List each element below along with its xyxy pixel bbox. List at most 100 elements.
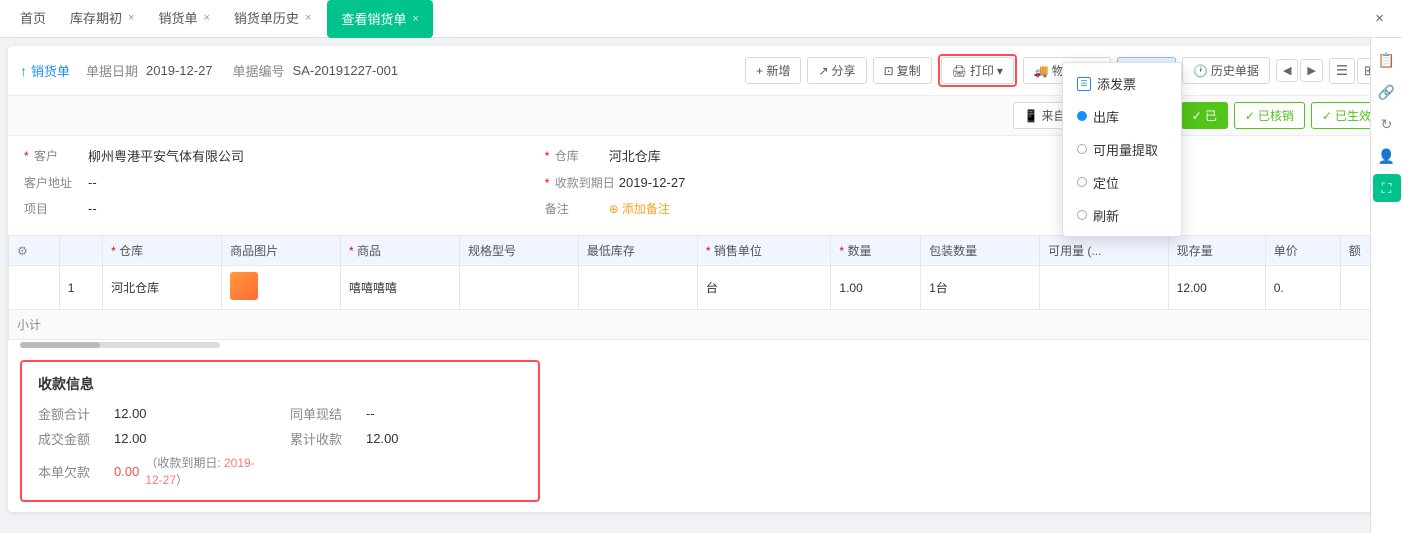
summary-same-order: 同单现结 -- xyxy=(290,404,522,423)
sidebar-refresh-icon[interactable]: ↻ xyxy=(1373,110,1401,138)
new-button[interactable]: + 新增 xyxy=(745,57,801,84)
history-icon: 🕐 xyxy=(1193,64,1208,78)
col-rownum xyxy=(59,236,102,266)
address-label: 客户地址 xyxy=(24,174,84,191)
nav-arrows: ◀ ▶ xyxy=(1276,59,1323,82)
outbound-icon xyxy=(1077,109,1087,124)
customer-value: 柳州粤港平安气体有限公司 xyxy=(88,146,244,165)
dropdown-outbound[interactable]: 出库 xyxy=(1063,100,1181,133)
summary-deal-value: 12.00 xyxy=(114,431,147,446)
row-spec xyxy=(459,266,578,310)
warehouse-field: * 仓库 河北仓库 xyxy=(545,146,1066,165)
confirm-icon: ✓ xyxy=(1192,109,1202,123)
main-area: ↑ 销货单 单据日期 2019-12-27 单据编号 SA-20191227-0… xyxy=(8,46,1394,512)
sidebar-fullscreen-icon[interactable]: ⛶ xyxy=(1373,174,1401,202)
summary-total: 金额合计 12.00 xyxy=(38,404,270,423)
print-highlight-box: 🖨 打印 ▾ xyxy=(938,54,1017,87)
prev-button[interactable]: ◀ xyxy=(1276,59,1298,82)
table-area: ⚙ 仓库 商品图片 商品 规格型号 最低库存 销售单位 数量 包装数量 可用量 … xyxy=(8,235,1394,350)
row-num: 1 xyxy=(59,266,102,310)
row-sales-unit: 台 xyxy=(697,266,831,310)
right-sidebar: 📋 🔗 ↻ 👤 ⛶ xyxy=(1370,38,1402,533)
col-min-stock: 最低库存 xyxy=(578,236,697,266)
note-field: 备注 ⊕ 添加备注 xyxy=(545,200,1066,217)
tab-sales-order[interactable]: 销货单 × xyxy=(146,0,221,38)
col-product: 商品 xyxy=(341,236,460,266)
row-product: 嘻嘻嘻嘻 xyxy=(341,266,460,310)
doc-type-tag: ↑ 销货单 xyxy=(20,61,70,80)
subtotal-row: 小计 xyxy=(9,310,1394,340)
summary-deal-label: 成交金额 xyxy=(38,429,108,448)
tab-view-sales-close[interactable]: × xyxy=(412,13,418,25)
col-warehouse: 仓库 xyxy=(103,236,222,266)
sold-button[interactable]: ✓ 已核销 xyxy=(1234,102,1305,129)
sold-label: 已核销 xyxy=(1258,107,1294,124)
confirm-label: 已 xyxy=(1205,107,1217,124)
plus-icon: ⊕ xyxy=(609,202,619,216)
doc-meta: 单据日期 2019-12-27 单据编号 SA-20191227-001 xyxy=(86,61,398,80)
col-sales-unit: 销售单位 xyxy=(697,236,831,266)
effect-label: 已生效 xyxy=(1335,107,1371,124)
sold-icon: ✓ xyxy=(1245,109,1255,123)
sidebar-link-icon[interactable]: 🔗 xyxy=(1373,78,1401,106)
next-button[interactable]: ▶ xyxy=(1300,59,1322,82)
list-view-button[interactable]: ☰ xyxy=(1329,58,1355,84)
number-value: SA-20191227-001 xyxy=(293,63,399,78)
col-product-img: 商品图片 xyxy=(222,236,341,266)
row-quantity: 1.00 xyxy=(831,266,921,310)
due-date-label: * 收款到期日 xyxy=(545,174,615,191)
summary-same-order-label: 同单现结 xyxy=(290,404,360,423)
subtotal-label: 小计 xyxy=(9,310,1394,340)
row-min-stock xyxy=(578,266,697,310)
sidebar-note-icon[interactable]: 📋 xyxy=(1373,46,1401,74)
row-warehouse: 河北仓库 xyxy=(103,266,222,310)
sidebar-user-icon[interactable]: 👤 xyxy=(1373,142,1401,170)
tab-sales-history-close[interactable]: × xyxy=(305,12,311,24)
table-scrollbar-thumb[interactable] xyxy=(20,342,100,348)
print-button[interactable]: 🖨 打印 ▾ xyxy=(941,57,1014,84)
col-settings[interactable]: ⚙ xyxy=(9,236,60,266)
summary-title: 收款信息 xyxy=(38,374,522,394)
dropdown-add-invoice[interactable]: ☰ 添发票 xyxy=(1063,67,1181,100)
row-current-stock: 12.00 xyxy=(1168,266,1265,310)
print-label: 打印 xyxy=(970,62,994,79)
tab-sales-history-label: 销货单历史 xyxy=(234,8,299,27)
history-button[interactable]: 🕐 历史单据 xyxy=(1182,57,1270,84)
share-button[interactable]: ↗ 分享 xyxy=(807,57,866,84)
dropdown-locate[interactable]: 定位 xyxy=(1063,166,1181,199)
settings-icon[interactable]: ⚙ xyxy=(17,244,28,258)
warehouse-label: * 仓库 xyxy=(545,147,605,164)
form-area: * 客户 柳州粤港平安气体有限公司 * 仓库 河北仓库 业务员 演示账号 xyxy=(8,136,1394,235)
close-all-button[interactable]: × xyxy=(1365,10,1394,27)
summary-panel: 收款信息 金额合计 12.00 同单现结 -- 成交金额 12.00 累计收款 … xyxy=(20,360,540,502)
summary-total-value: 12.00 xyxy=(114,406,147,421)
row-available xyxy=(1040,266,1169,310)
tab-inventory-init[interactable]: 库存期初 × xyxy=(58,0,146,38)
add-note-label: 添加备注 xyxy=(622,200,670,217)
doc-type-label: 销货单 xyxy=(31,61,70,80)
tab-sales-history[interactable]: 销货单历史 × xyxy=(222,0,323,38)
row-unit-price: 0. xyxy=(1265,266,1340,310)
outbound-label: 出库 xyxy=(1093,107,1119,126)
table-scrollbar[interactable] xyxy=(20,342,220,348)
dropdown-available-extract[interactable]: 可用量提取 xyxy=(1063,133,1181,166)
summary-grid: 金额合计 12.00 同单现结 -- 成交金额 12.00 累计收款 12.00… xyxy=(38,404,522,488)
dropdown-refresh[interactable]: 刷新 xyxy=(1063,199,1181,232)
row-product-img xyxy=(222,266,341,310)
copy-button[interactable]: ⊡ 复制 xyxy=(873,57,932,84)
date-value: 2019-12-27 xyxy=(146,63,213,78)
tab-home[interactable]: 首页 xyxy=(8,0,58,38)
summary-same-order-value: -- xyxy=(366,406,375,421)
tab-sales-order-close[interactable]: × xyxy=(203,12,209,24)
new-label: + 新增 xyxy=(756,62,790,79)
tab-inventory-init-close[interactable]: × xyxy=(128,12,134,24)
add-note-button[interactable]: ⊕ 添加备注 xyxy=(609,200,670,217)
due-date-value: 2019-12-27 xyxy=(619,175,686,190)
available-extract-label: 可用量提取 xyxy=(1093,140,1158,159)
date-label: 单据日期 xyxy=(86,61,138,80)
copy-icon: ⊡ xyxy=(884,64,894,78)
tab-view-sales[interactable]: 查看销货单 × xyxy=(327,0,432,38)
customer-field: * 客户 柳州粤港平安气体有限公司 xyxy=(24,146,545,165)
confirm-button[interactable]: ✓ 已 xyxy=(1181,102,1228,129)
table-row: 1 河北仓库 嘻嘻嘻嘻 台 1.00 1台 12.00 0. xyxy=(9,266,1394,310)
